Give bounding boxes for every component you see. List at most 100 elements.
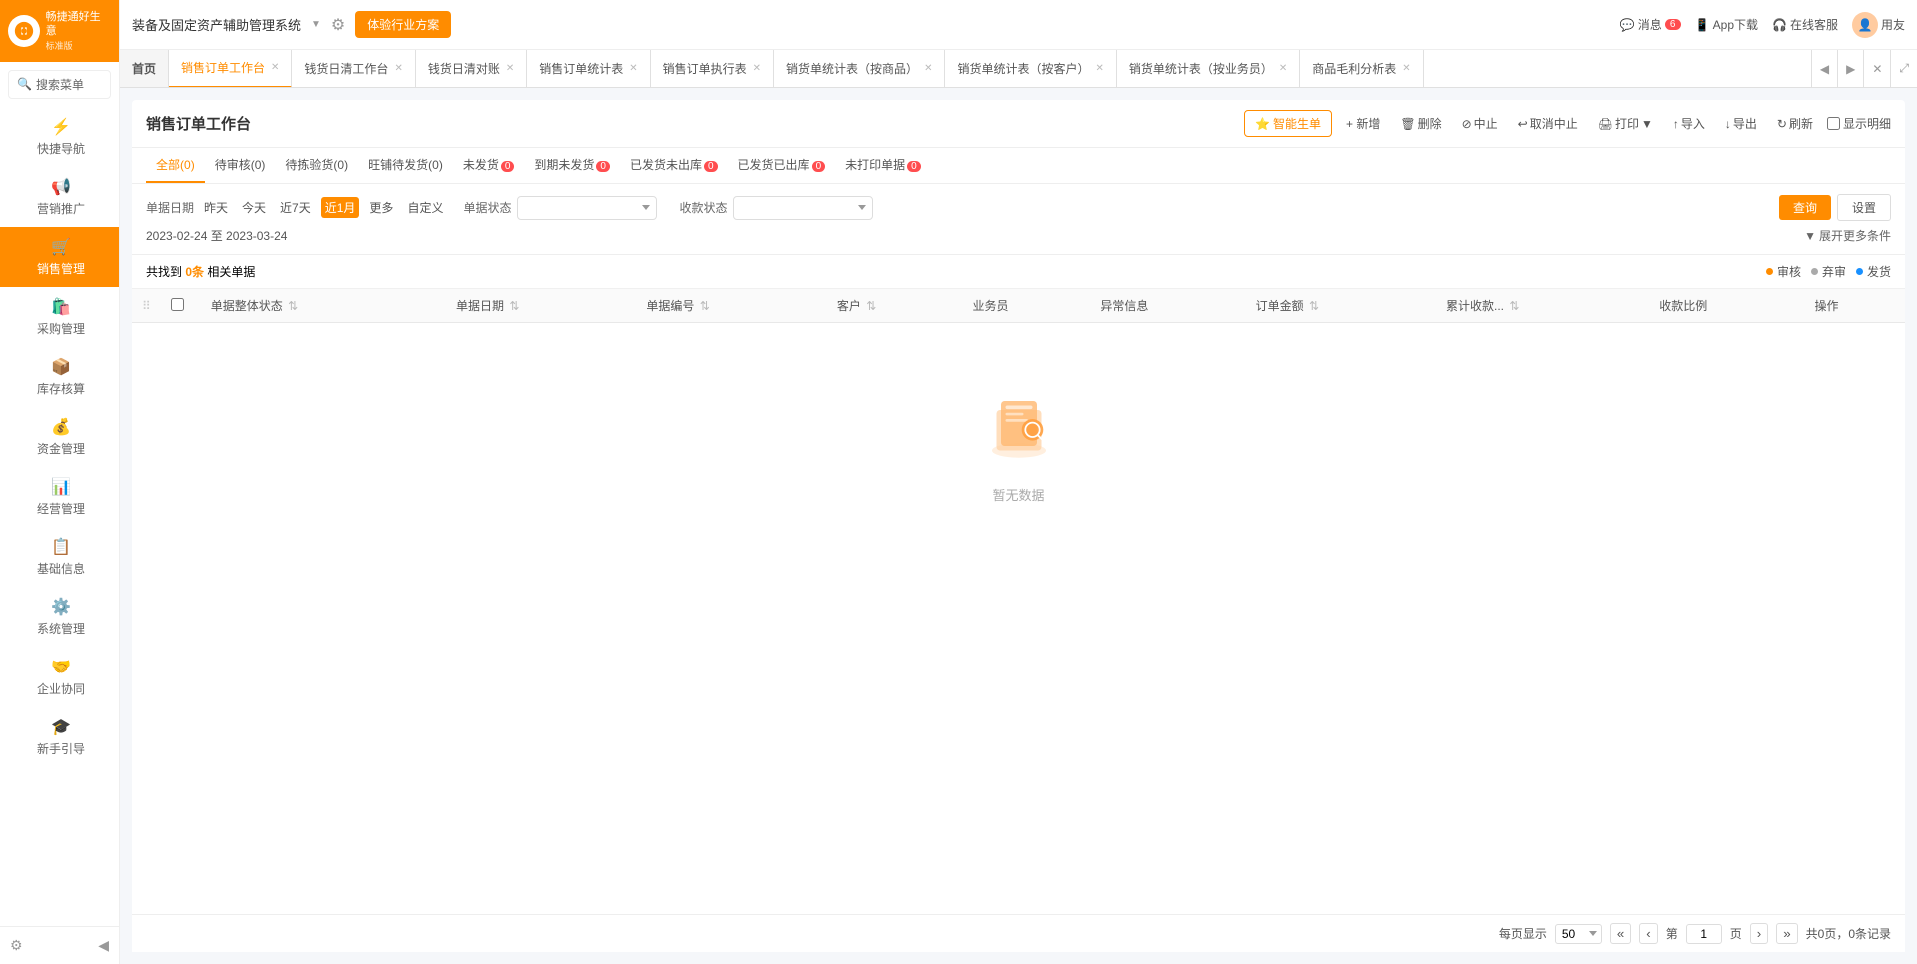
prev-page-button[interactable]: ‹ [1639,923,1657,944]
query-button[interactable]: 查询 [1779,195,1831,220]
settings-button[interactable]: 设置 [1837,194,1891,221]
next-page-button[interactable]: › [1750,923,1768,944]
sub-tab-pending[interactable]: 待审核(0) [205,148,276,183]
sub-tab-expired[interactable]: 到期未发货0 [524,148,620,183]
number-sort-icon[interactable]: ⇅ [700,299,710,313]
sidebar-item-quick-nav[interactable]: ⚡ 快捷导航 [0,107,119,167]
tab-sales-order-close[interactable]: ✕ [271,62,279,73]
sidebar-item-marketing[interactable]: 📢 营销推广 [0,167,119,227]
page-size-select[interactable]: 20 50 100 [1555,924,1602,944]
payment-filter-label: 收款状态 [679,199,727,216]
customer-sort-icon[interactable]: ⇅ [866,299,876,313]
first-page-button[interactable]: « [1610,923,1631,944]
tab-cash-daily-close[interactable]: ✕ [394,63,402,74]
tab-sales-exec-close[interactable]: ✕ [753,63,761,74]
page-input[interactable] [1686,924,1722,944]
tab-sales-order[interactable]: 销售订单工作台 ✕ [169,50,292,88]
sub-tab-pending-check[interactable]: 待拣验货(0) [275,148,358,183]
unapprove-button[interactable]: 弃审 [1811,263,1846,280]
tab-cash-reconcile-close[interactable]: ✕ [506,63,514,74]
date-opt-1month[interactable]: 近1月 [321,197,360,218]
tab-sales-stat-staff[interactable]: 销货单统计表（按业务员） ✕ [1117,50,1300,88]
collected-sort-icon[interactable]: ⇅ [1509,299,1519,313]
ship-button[interactable]: 发货 [1856,263,1891,280]
date-sort-icon[interactable]: ⇅ [509,299,519,313]
sub-tab-unshipped-label: 未发货 [463,158,499,172]
marketing-label: 营销推广 [37,200,85,217]
refresh-button[interactable]: ↻ 刷新 [1771,111,1819,136]
message-button[interactable]: 💬 消息 6 [1620,16,1681,33]
date-opt-custom[interactable]: 自定义 [403,197,447,218]
tab-cash-reconcile[interactable]: 钱货日清对账 ✕ [416,50,527,88]
status-sort-icon[interactable]: ⇅ [288,299,298,313]
sidebar-settings-button[interactable]: ⚙ [10,937,23,954]
delete-button[interactable]: 🗑 删除 [1394,111,1447,136]
topbar-settings-icon[interactable]: ⚙ [331,15,345,35]
sub-tab-unshipped[interactable]: 未发货0 [453,148,525,183]
app-download-button[interactable]: 📱 App下载 [1695,16,1758,33]
search-menu-button[interactable]: 🔍 搜索菜单 [8,70,111,99]
sub-tab-shipped-out[interactable]: 已发货未出库0 [620,148,728,183]
date-opt-today[interactable]: 今天 [238,197,270,218]
payment-select[interactable] [733,196,873,220]
show-detail-checkbox-label[interactable]: 显示明细 [1827,115,1891,132]
sidebar-item-sales[interactable]: 🛒 销售管理 [0,227,119,287]
unprinted-badge: 0 [907,161,921,172]
sidebar-item-inventory[interactable]: 📦 库存核算 [0,347,119,407]
date-opt-7days[interactable]: 近7天 [276,197,315,218]
shipped-out-badge: 0 [704,161,718,172]
sub-tab-all[interactable]: 全部(0) [146,148,205,183]
amount-sort-icon[interactable]: ⇅ [1309,299,1319,313]
sidebar-collapse-button[interactable]: ◀ [98,937,109,954]
sidebar-search-area: 🔍 搜索菜单 [0,62,119,107]
select-all-checkbox[interactable] [171,298,184,311]
tab-sales-stat-product[interactable]: 销货单统计表（按商品） ✕ [774,50,945,88]
show-detail-checkbox[interactable] [1827,117,1840,130]
print-button[interactable]: 🖨 打印 ▼ [1592,111,1659,136]
sidebar-item-guide[interactable]: 🎓 新手引导 [0,707,119,767]
add-button[interactable]: + 新增 [1340,111,1386,136]
tab-cash-daily[interactable]: 钱货日清工作台 ✕ [292,50,415,88]
online-service-button[interactable]: 🎧 在线客服 [1772,16,1838,33]
tab-sales-stat-staff-close[interactable]: ✕ [1279,63,1287,74]
basic-label: 基础信息 [37,560,85,577]
smart-order-button[interactable]: ⭐ 智能生单 [1244,110,1332,137]
cancel-stop-button[interactable]: ↩ 取消中止 [1512,111,1584,136]
tab-product-margin[interactable]: 商品毛利分析表 ✕ [1300,50,1423,88]
tab-sales-stats-close[interactable]: ✕ [629,63,637,74]
sidebar-item-system[interactable]: ⚙️ 系统管理 [0,587,119,647]
sub-tab-shipped-in[interactable]: 已发货已出库0 [728,148,836,183]
sidebar-item-basic[interactable]: 📋 基础信息 [0,527,119,587]
tab-close-current[interactable]: ✕ [1863,50,1890,88]
guide-label: 新手引导 [37,740,85,757]
tab-sales-stat-customer-close[interactable]: ✕ [1095,63,1103,74]
expand-button[interactable]: ▼ 展开更多条件 [1804,227,1891,244]
tab-sales-stats[interactable]: 销售订单统计表 ✕ [527,50,650,88]
user-profile-button[interactable]: 👤 用友 [1852,12,1905,38]
sidebar-item-purchase[interactable]: 🛍️ 采购管理 [0,287,119,347]
tab-sales-stat-product-close[interactable]: ✕ [924,63,932,74]
sidebar-item-cooperation[interactable]: 🤝 企业协同 [0,647,119,707]
sub-tab-unprinted[interactable]: 未打印单据0 [835,148,931,183]
logo-icon [8,15,40,47]
date-opt-yesterday[interactable]: 昨天 [200,197,232,218]
export-button[interactable]: ↓ 导出 [1719,111,1763,136]
trial-button[interactable]: 体验行业方案 [355,11,451,38]
stop-button[interactable]: ⊘ 中止 [1456,111,1504,136]
tab-sales-exec[interactable]: 销售订单执行表 ✕ [651,50,774,88]
tab-sales-stat-customer[interactable]: 销货单统计表（按客户） ✕ [945,50,1116,88]
col-amount: 订单金额 ⇅ [1246,289,1436,323]
sub-tab-wangpu[interactable]: 旺铺待发货(0) [358,148,453,183]
tab-scroll-left[interactable]: ◀ [1811,50,1837,88]
tab-home[interactable]: 首页 [120,50,169,88]
sidebar-item-operation[interactable]: 📊 经营管理 [0,467,119,527]
tab-product-margin-close[interactable]: ✕ [1402,63,1410,74]
date-opt-more[interactable]: 更多 [365,197,397,218]
tab-scroll-right[interactable]: ▶ [1837,50,1863,88]
import-button[interactable]: ↑ 导入 [1667,111,1711,136]
status-select[interactable] [517,196,657,220]
last-page-button[interactable]: » [1776,923,1797,944]
sidebar-item-finance[interactable]: 💰 资金管理 [0,407,119,467]
tab-maximize[interactable]: ⤢ [1890,50,1917,88]
approve-button[interactable]: 审核 [1766,263,1801,280]
